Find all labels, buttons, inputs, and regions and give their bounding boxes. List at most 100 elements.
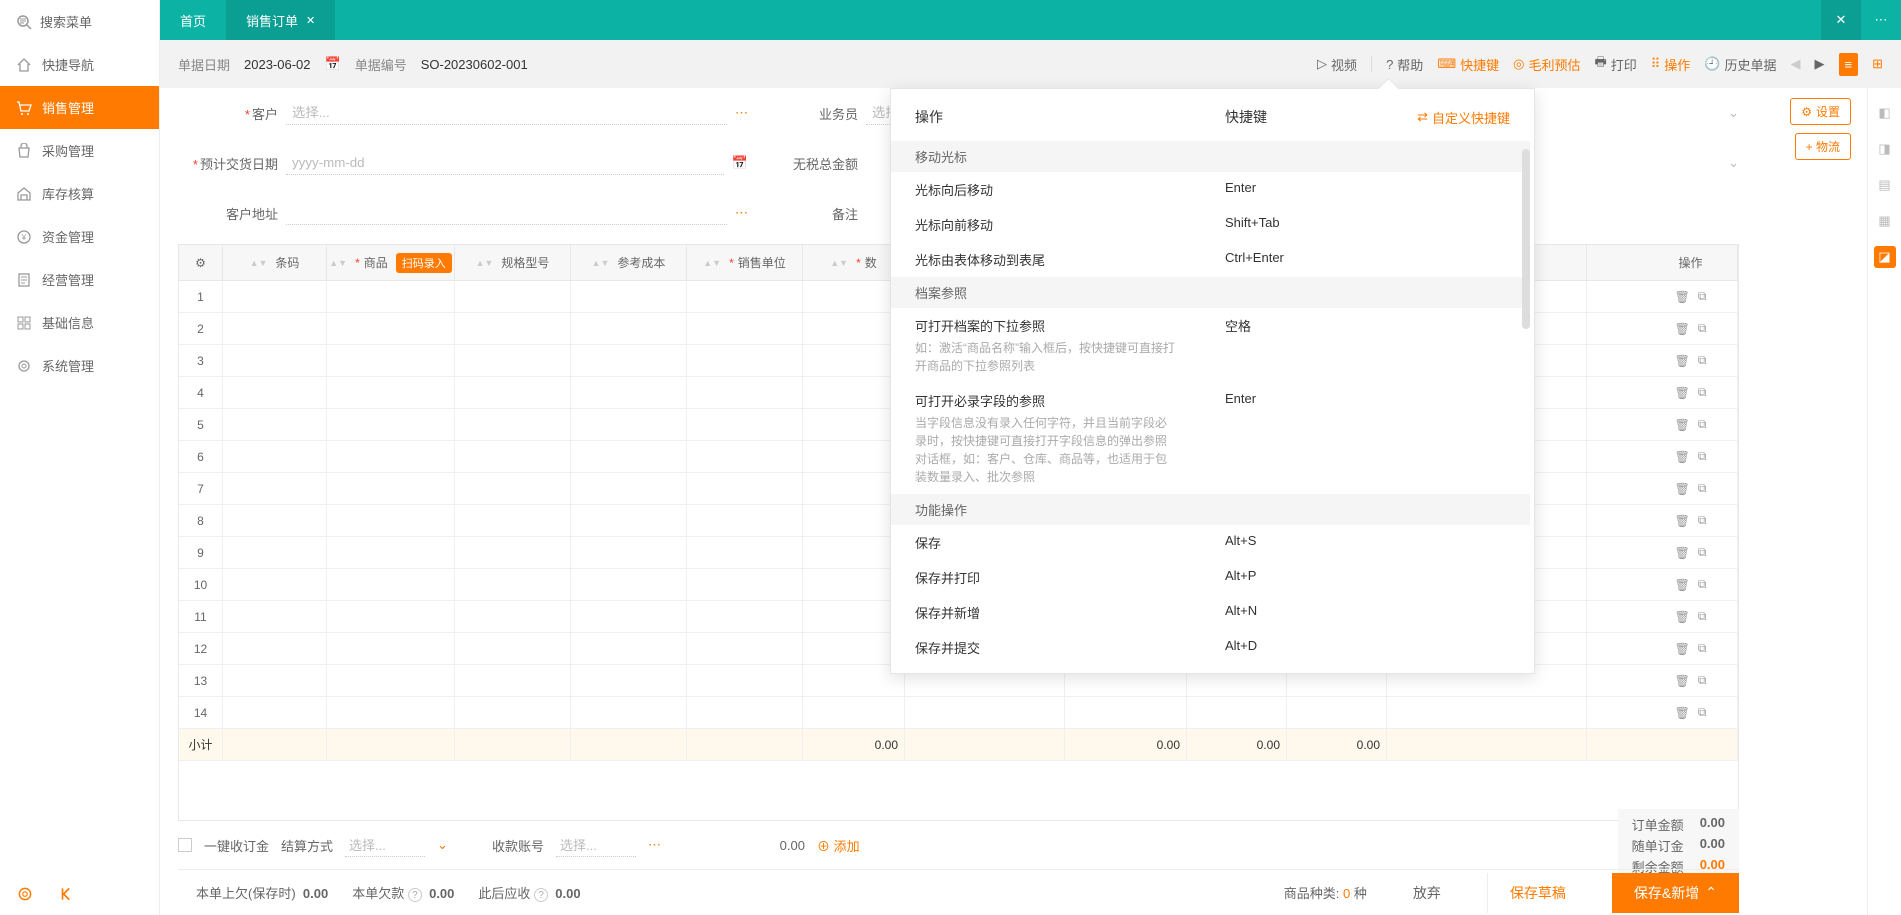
rail-icon-3[interactable]: ▤ — [1874, 174, 1896, 196]
sidebar-item-finance[interactable]: ¥ 资金管理 — [0, 215, 159, 258]
table-row[interactable]: 14🗑⧉ — [179, 697, 1738, 729]
copy-icon[interactable]: ⧉ — [1698, 641, 1707, 656]
deposit-checkbox[interactable] — [178, 838, 192, 852]
copy-icon[interactable]: ⧉ — [1698, 481, 1707, 496]
shortcut-row: 可打开必录字段的参照当字段信息没有录入任何字符，并且当前字段必录时，按快捷键可直… — [891, 383, 1530, 494]
doc-date-value[interactable]: 2023-06-02 — [244, 57, 311, 72]
col-product[interactable]: ▲▼*商品扫码录入 — [327, 245, 455, 280]
copy-icon[interactable]: ⧉ — [1698, 673, 1707, 688]
subtotal-row: 小计0.000.000.000.00 — [179, 729, 1738, 761]
close-icon[interactable]: ✕ — [306, 14, 315, 27]
sidebar-search[interactable]: 搜索菜单 — [0, 0, 159, 43]
toolbar-layout2[interactable]: ⊞ — [1872, 56, 1883, 72]
copy-icon[interactable]: ⧉ — [1698, 513, 1707, 528]
help-icon[interactable]: ? — [534, 888, 548, 902]
col-gear[interactable]: ⚙ — [179, 245, 223, 280]
col-refcost[interactable]: ▲▼参考成本 — [571, 245, 687, 280]
toolbar-video[interactable]: ▷ 视频 — [1317, 55, 1357, 74]
delete-icon[interactable]: 🗑 — [1675, 322, 1690, 336]
chevron-down-icon[interactable]: ⌄ — [1728, 155, 1739, 171]
settle-select[interactable]: 选择... — [345, 833, 425, 857]
more-icon[interactable]: ⋯ — [735, 205, 748, 221]
tab-home[interactable]: 首页 — [160, 0, 226, 40]
copy-icon[interactable]: ⧉ — [1698, 577, 1707, 592]
tab-close-all[interactable]: ✕ — [1821, 0, 1861, 40]
sidebar-item-quicknav[interactable]: 快捷导航 — [0, 43, 159, 86]
calendar-icon[interactable]: 📅 — [325, 56, 341, 72]
popover-body[interactable]: 移动光标 光标向后移动Enter光标向前移动Shift+Tab光标由表体移动到表… — [891, 141, 1534, 673]
sidebar-item-inventory[interactable]: 库存核算 — [0, 172, 159, 215]
row-index: 8 — [179, 505, 223, 536]
collapse-icon[interactable] — [58, 885, 76, 903]
account-select[interactable]: 选择... — [556, 833, 636, 857]
copy-icon[interactable]: ⧉ — [1698, 289, 1707, 304]
sidebar-item-basic[interactable]: 基础信息 — [0, 301, 159, 344]
toolbar-operate[interactable]: ⠿ 操作 — [1651, 55, 1691, 74]
logistics-button[interactable]: + 物流 — [1795, 133, 1851, 160]
rail-icon-2[interactable]: ◨ — [1874, 138, 1896, 160]
toolbar-prev[interactable]: ◀ — [1791, 56, 1801, 72]
rail-icon-5[interactable]: ◪ — [1874, 246, 1896, 268]
tab-more[interactable]: ⋯ — [1861, 0, 1901, 40]
copy-icon[interactable]: ⧉ — [1698, 609, 1707, 624]
help-icon[interactable]: ? — [408, 888, 422, 902]
sidebar-item-sales[interactable]: 销售管理 — [0, 86, 159, 129]
deposit-label: 一键收订金 — [204, 836, 269, 855]
rail-icon-4[interactable]: ▦ — [1874, 210, 1896, 232]
more-icon[interactable]: ⋯ — [735, 105, 748, 121]
calendar-icon[interactable]: 📅 — [732, 155, 748, 171]
settings-button[interactable]: ⚙ 设置 — [1790, 98, 1851, 125]
copy-icon[interactable]: ⧉ — [1698, 449, 1707, 464]
delete-icon[interactable]: 🗑 — [1675, 450, 1690, 464]
customer-input[interactable] — [286, 101, 727, 125]
settings-icon[interactable] — [16, 885, 34, 903]
sidebar-item-purchase[interactable]: 采购管理 — [0, 129, 159, 172]
chevron-down-icon[interactable]: ⌄ — [1728, 105, 1739, 121]
col-unit[interactable]: ▲▼*销售单位 — [687, 245, 803, 280]
toolbar-layout1[interactable]: ≡ — [1839, 53, 1859, 76]
delete-icon[interactable]: 🗑 — [1675, 418, 1690, 432]
scan-badge[interactable]: 扫码录入 — [396, 253, 452, 273]
toolbar-print[interactable]: 🖶 打印 — [1594, 53, 1636, 75]
delete-icon[interactable]: 🗑 — [1675, 386, 1690, 400]
copy-icon[interactable]: ⧉ — [1698, 321, 1707, 336]
delete-icon[interactable]: 🗑 — [1675, 546, 1690, 560]
delete-icon[interactable]: 🗑 — [1675, 514, 1690, 528]
address-input[interactable] — [286, 201, 727, 225]
tab-sales-order[interactable]: 销售订单 ✕ — [226, 0, 335, 40]
toolbar-history[interactable]: 🕘 历史单据 — [1704, 55, 1776, 74]
sidebar-item-system[interactable]: 系统管理 — [0, 344, 159, 387]
scrollbar-thumb[interactable] — [1522, 149, 1530, 329]
delete-icon[interactable]: 🗑 — [1675, 610, 1690, 624]
custom-shortcut-link[interactable]: ⇄ 自定义快捷键 — [1417, 108, 1510, 127]
save-button[interactable]: 保存&新增⌃ — [1612, 873, 1739, 913]
delete-icon[interactable]: 🗑 — [1675, 578, 1690, 592]
copy-icon[interactable]: ⧉ — [1698, 417, 1707, 432]
discard-button[interactable]: 放弃 — [1391, 873, 1463, 913]
expect-date-input[interactable] — [286, 151, 724, 175]
chevron-down-icon[interactable]: ⌄ — [437, 837, 448, 853]
delete-icon[interactable]: 🗑 — [1675, 354, 1690, 368]
add-link[interactable]: ⊕ 添加 — [817, 836, 860, 855]
delete-icon[interactable]: 🗑 — [1675, 642, 1690, 656]
col-spec[interactable]: ▲▼规格型号 — [455, 245, 571, 280]
sidebar-item-business[interactable]: 经营管理 — [0, 258, 159, 301]
delete-icon[interactable]: 🗑 — [1675, 482, 1690, 496]
col-barcode[interactable]: ▲▼条码 — [223, 245, 327, 280]
delete-icon[interactable]: 🗑 — [1675, 290, 1690, 304]
popover-scrollbar[interactable] — [1522, 149, 1530, 665]
more-icon[interactable]: ⋯ — [648, 837, 661, 853]
copy-icon[interactable]: ⧉ — [1698, 705, 1707, 720]
toolbar-shortcut[interactable]: ⌨ 快捷键 — [1437, 55, 1499, 74]
toolbar-profit[interactable]: ◎ 毛利预估 — [1513, 55, 1580, 74]
customer-label: *客户 — [178, 104, 278, 123]
rail-icon-1[interactable]: ◧ — [1874, 102, 1896, 124]
toolbar-next[interactable]: ▶ — [1815, 56, 1825, 72]
copy-icon[interactable]: ⧉ — [1698, 385, 1707, 400]
copy-icon[interactable]: ⧉ — [1698, 545, 1707, 560]
draft-button[interactable]: 保存草稿 — [1487, 873, 1588, 913]
delete-icon[interactable]: 🗑 — [1675, 674, 1690, 688]
toolbar-help[interactable]: ? 帮助 — [1386, 55, 1423, 74]
copy-icon[interactable]: ⧉ — [1698, 353, 1707, 368]
delete-icon[interactable]: 🗑 — [1675, 706, 1690, 720]
